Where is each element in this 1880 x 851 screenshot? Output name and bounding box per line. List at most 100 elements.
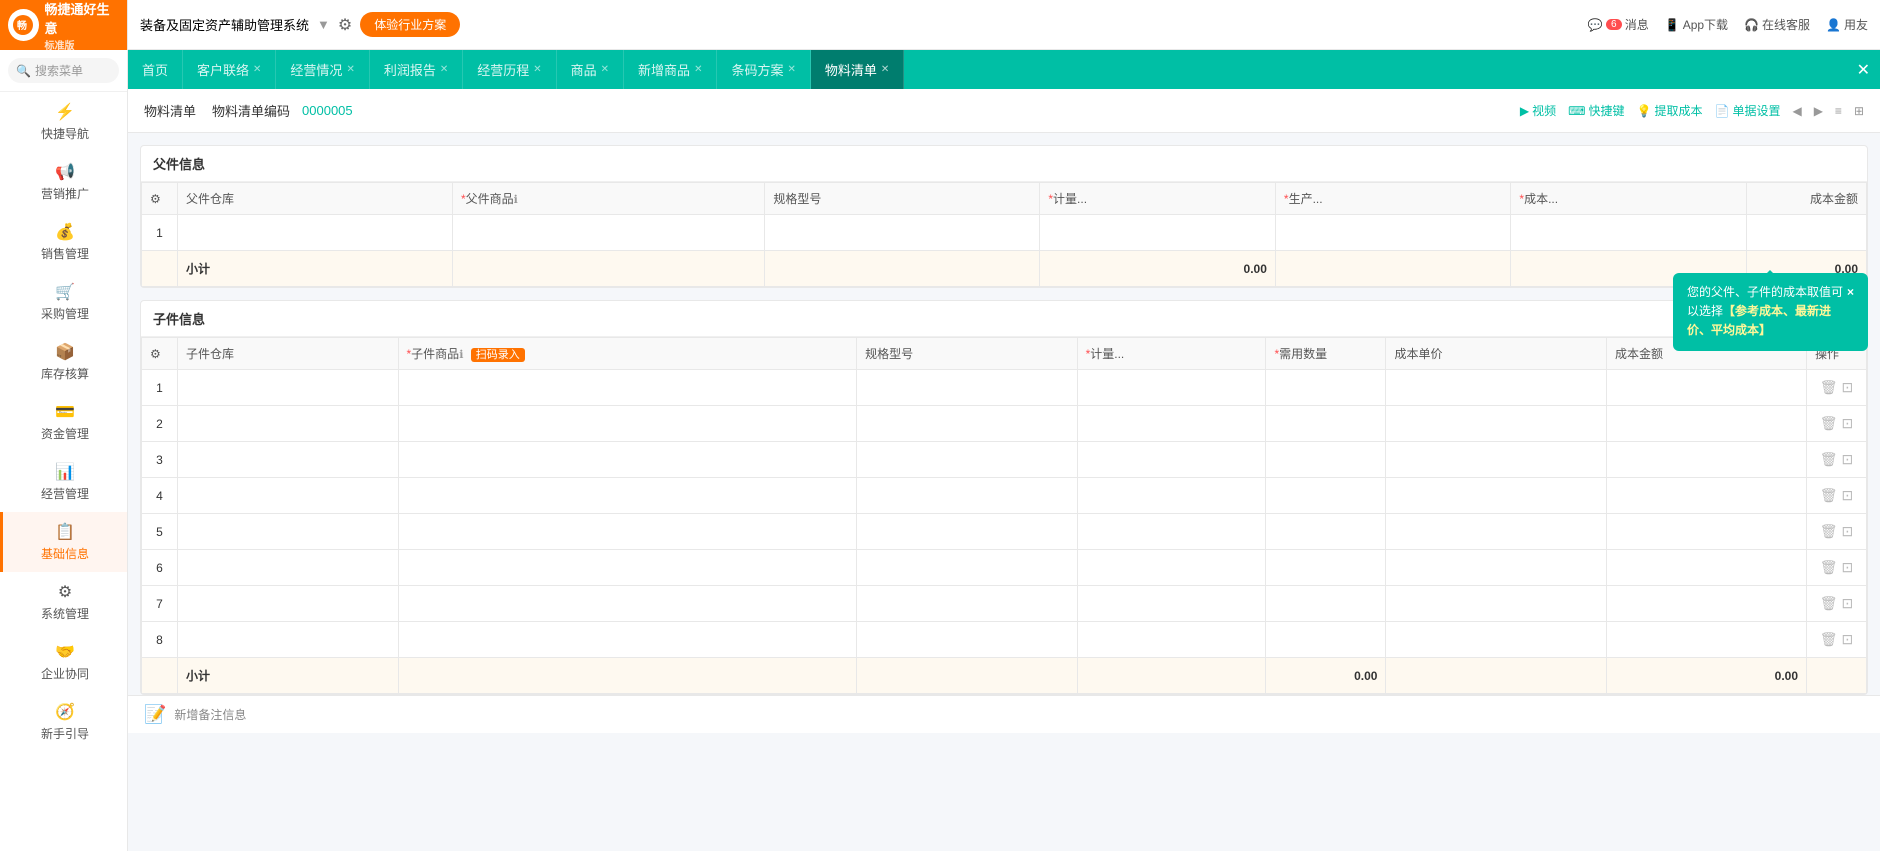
cell-child-unit[interactable] (1077, 478, 1266, 514)
cell-child-spec[interactable] (857, 478, 1078, 514)
copy-icon[interactable]: ⊡ (1842, 415, 1854, 432)
cell-child-product[interactable] (398, 550, 857, 586)
cell-child-cost-amount[interactable] (1607, 550, 1807, 586)
cell-child-cost-amount[interactable] (1607, 622, 1807, 658)
settings-icon[interactable]: ⚙ (338, 15, 352, 35)
cell-child-warehouse[interactable] (178, 406, 399, 442)
sidebar-item-system[interactable]: ⚙ 系统管理 (0, 572, 127, 632)
cell-child-spec[interactable] (857, 586, 1078, 622)
th-child-settings[interactable]: ⚙ (142, 338, 178, 370)
delete-icon[interactable]: 🗑 (1820, 595, 1838, 612)
close-icon[interactable]: ✕ (533, 64, 541, 75)
sidebar-item-guide[interactable]: 🧭 新手引导 (0, 692, 127, 752)
cell-child-cost-amount[interactable] (1607, 514, 1807, 550)
cell-cost-amount[interactable] (1747, 215, 1867, 251)
cell-child-quantity[interactable] (1266, 514, 1386, 550)
cell-child-warehouse[interactable] (178, 370, 399, 406)
tab-profit[interactable]: 利润报告✕ (370, 50, 463, 89)
cell-child-unit[interactable] (1077, 442, 1266, 478)
cell-child-quantity[interactable] (1266, 478, 1386, 514)
sidebar-item-marketing[interactable]: 📢 营销推广 (0, 152, 127, 212)
delete-icon[interactable]: 🗑 (1820, 631, 1838, 648)
cell-unit[interactable] (1040, 215, 1276, 251)
cell-child-spec[interactable] (857, 442, 1078, 478)
cell-child-unit-cost[interactable] (1386, 550, 1607, 586)
cell-child-quantity[interactable] (1266, 406, 1386, 442)
cell-child-unit[interactable] (1077, 550, 1266, 586)
cell-child-unit[interactable] (1077, 514, 1266, 550)
cell-child-unit[interactable] (1077, 622, 1266, 658)
tab-history[interactable]: 经营历程✕ (463, 50, 556, 89)
cell-child-warehouse[interactable] (178, 586, 399, 622)
cell-spec[interactable] (765, 215, 1040, 251)
cell-child-unit[interactable] (1077, 406, 1266, 442)
tab-bom[interactable]: 物料清单✕ (811, 50, 904, 89)
cell-child-warehouse[interactable] (178, 514, 399, 550)
view-toggle[interactable]: ≡ (1835, 104, 1842, 118)
user-item[interactable]: 👤 用友 (1826, 16, 1868, 33)
nav-prev[interactable]: ◀ (1792, 104, 1801, 118)
sidebar-item-operations[interactable]: 📊 经营管理 (0, 452, 127, 512)
tab-customers[interactable]: 客户联络✕ (183, 50, 276, 89)
cell-child-cost-amount[interactable] (1607, 586, 1807, 622)
shortcuts-action[interactable]: ⌨ 快捷键 (1568, 102, 1624, 119)
extract-cost-action[interactable]: 💡 提取成本 (1637, 102, 1703, 119)
tab-products[interactable]: 商品✕ (557, 50, 624, 89)
cell-child-product[interactable] (398, 478, 857, 514)
expand-icon[interactable]: ⊞ (1854, 104, 1864, 118)
sidebar-item-collab[interactable]: 🤝 企业协同 (0, 632, 127, 692)
cell-child-unit-cost[interactable] (1386, 442, 1607, 478)
cell-child-quantity[interactable] (1266, 370, 1386, 406)
copy-icon[interactable]: ⊡ (1842, 451, 1854, 468)
cell-child-spec[interactable] (857, 370, 1078, 406)
scan-badge[interactable]: 扫码录入 (471, 348, 525, 362)
cell-child-unit[interactable] (1077, 370, 1266, 406)
close-icon[interactable]: ✕ (694, 64, 702, 75)
tab-barcode[interactable]: 条码方案✕ (717, 50, 810, 89)
sidebar-item-inventory[interactable]: 📦 库存核算 (0, 332, 127, 392)
close-icon[interactable]: ✕ (881, 64, 889, 75)
cell-child-quantity[interactable] (1266, 586, 1386, 622)
cell-child-unit-cost[interactable] (1386, 370, 1607, 406)
copy-icon[interactable]: ⊡ (1842, 595, 1854, 612)
cell-child-warehouse[interactable] (178, 478, 399, 514)
delete-icon[interactable]: 🗑 (1820, 487, 1838, 504)
cell-produce[interactable] (1275, 215, 1511, 251)
trial-button[interactable]: 体验行业方案 (360, 12, 460, 37)
copy-icon[interactable]: ⊡ (1842, 523, 1854, 540)
cell-cost[interactable] (1511, 215, 1747, 251)
cell-child-product[interactable] (398, 406, 857, 442)
cell-child-warehouse[interactable] (178, 550, 399, 586)
cell-child-unit-cost[interactable] (1386, 622, 1607, 658)
cell-child-product[interactable] (398, 514, 857, 550)
cell-child-quantity[interactable] (1266, 622, 1386, 658)
close-icon[interactable]: ✕ (601, 64, 609, 75)
sidebar-item-quicknav[interactable]: ⚡ 快捷导航 (0, 92, 127, 152)
sidebar-item-sales[interactable]: 💰 销售管理 (0, 212, 127, 272)
bottom-bar-text[interactable]: 新增备注信息 (174, 706, 246, 723)
app-download-item[interactable]: 📱 App下载 (1665, 16, 1728, 33)
delete-icon[interactable]: 🗑 (1820, 559, 1838, 576)
cell-product[interactable] (452, 215, 764, 251)
sidebar-item-purchase[interactable]: 🛒 采购管理 (0, 272, 127, 332)
video-action[interactable]: ▶ 视频 (1520, 102, 1556, 119)
cell-child-warehouse[interactable] (178, 622, 399, 658)
cell-child-warehouse[interactable] (178, 442, 399, 478)
close-icon[interactable]: ✕ (253, 64, 261, 75)
cell-child-quantity[interactable] (1266, 442, 1386, 478)
close-icon[interactable]: ✕ (787, 64, 795, 75)
cell-child-spec[interactable] (857, 622, 1078, 658)
cell-child-spec[interactable] (857, 514, 1078, 550)
sidebar-item-finance[interactable]: 💳 资金管理 (0, 392, 127, 452)
sidebar-search-area[interactable]: 🔍 搜索菜单 (0, 50, 127, 92)
copy-icon[interactable]: ⊡ (1842, 487, 1854, 504)
tab-home[interactable]: 首页 (128, 50, 183, 89)
cell-child-unit-cost[interactable] (1386, 586, 1607, 622)
online-support-item[interactable]: 🎧 在线客服 (1744, 16, 1810, 33)
nav-next[interactable]: ▶ (1814, 104, 1823, 118)
copy-icon[interactable]: ⊡ (1842, 379, 1854, 396)
tab-new-product[interactable]: 新增商品✕ (624, 50, 717, 89)
copy-icon[interactable]: ⊡ (1842, 631, 1854, 648)
close-icon[interactable]: ✕ (346, 64, 354, 75)
cell-child-cost-amount[interactable] (1607, 370, 1807, 406)
